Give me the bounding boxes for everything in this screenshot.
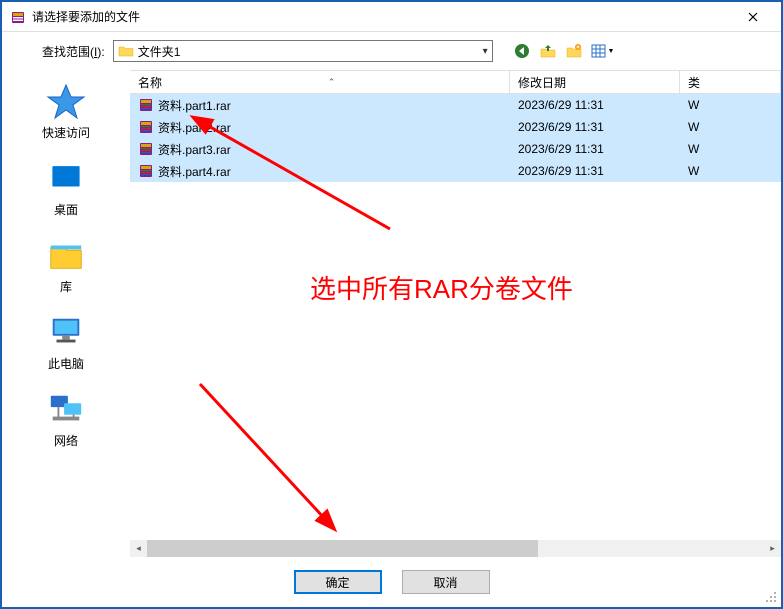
- window-title: 请选择要添加的文件: [32, 8, 733, 25]
- ok-button[interactable]: 确定: [294, 570, 382, 594]
- file-row[interactable]: 资料.part2.rar 2023/6/29 11:31W: [130, 116, 781, 138]
- file-name: 资料.part4.rar: [158, 163, 231, 180]
- sidebar-item-network[interactable]: 网络: [21, 390, 111, 449]
- file-name: 资料.part3.rar: [158, 141, 231, 158]
- up-one-level-icon[interactable]: [539, 42, 557, 60]
- quickaccess-icon: [45, 82, 87, 120]
- column-headers: 名称 ⌃ 修改日期 类: [130, 70, 781, 94]
- horizontal-scrollbar[interactable]: ◂ ▸: [130, 540, 781, 557]
- new-folder-icon[interactable]: [565, 42, 583, 60]
- scroll-left-icon[interactable]: ◂: [130, 540, 147, 557]
- close-button[interactable]: [733, 3, 773, 31]
- titlebar: 请选择要添加的文件: [2, 2, 781, 32]
- chevron-down-icon: ▾: [483, 46, 488, 57]
- scroll-right-icon[interactable]: ▸: [764, 540, 781, 557]
- file-type: W: [680, 142, 781, 156]
- rar-file-icon: [138, 141, 154, 157]
- toolbar: 查找范围(I): 文件夹1 ▾: [2, 32, 781, 70]
- file-date: 2023/6/29 11:31: [510, 120, 680, 134]
- file-type: W: [680, 164, 781, 178]
- file-date: 2023/6/29 11:31: [510, 142, 680, 156]
- dialog-footer: 确定 取消: [2, 557, 781, 607]
- folder-icon: [118, 43, 134, 59]
- cancel-button[interactable]: 取消: [402, 570, 490, 594]
- file-row[interactable]: 资料.part3.rar 2023/6/29 11:31W: [130, 138, 781, 160]
- file-date: 2023/6/29 11:31: [510, 164, 680, 178]
- rar-file-icon: [138, 97, 154, 113]
- sidebar-item-quickaccess[interactable]: 快速访问: [21, 82, 111, 141]
- file-type: W: [680, 98, 781, 112]
- sidebar-item-thispc[interactable]: 此电脑: [21, 313, 111, 372]
- sort-indicator-icon: ⌃: [328, 77, 336, 88]
- app-icon: [10, 9, 26, 25]
- rar-file-icon: [138, 163, 154, 179]
- file-date: 2023/6/29 11:31: [510, 98, 680, 112]
- lookin-combobox[interactable]: 文件夹1 ▾: [113, 40, 493, 62]
- network-icon: [45, 390, 87, 428]
- libraries-icon: [45, 236, 87, 274]
- file-list-pane: 名称 ⌃ 修改日期 类 资料.part1.rar2023/6/29 11:31W…: [130, 70, 781, 557]
- places-sidebar: 快速访问 桌面 库: [2, 70, 130, 557]
- file-type: W: [680, 120, 781, 134]
- back-icon[interactable]: [513, 42, 531, 60]
- lookin-label: 查找范围(I):: [42, 43, 105, 60]
- file-picker-window: 请选择要添加的文件 查找范围(I): 文件夹1 ▾: [0, 0, 783, 609]
- file-row[interactable]: 资料.part4.rar 2023/6/29 11:31W: [130, 160, 781, 182]
- thispc-icon: [45, 313, 87, 351]
- rar-file-icon: [138, 119, 154, 135]
- annotation-arrow-2: [180, 374, 380, 534]
- sidebar-item-desktop[interactable]: 桌面: [21, 159, 111, 218]
- file-list[interactable]: 资料.part1.rar2023/6/29 11:31W资料.part2.rar…: [130, 94, 781, 540]
- column-header-date[interactable]: 修改日期: [510, 71, 680, 93]
- file-row[interactable]: 资料.part1.rar 2023/6/29 11:31W: [130, 94, 781, 116]
- column-header-type[interactable]: 类: [680, 71, 781, 93]
- annotation-text: 选中所有RAR分卷文件: [310, 269, 573, 306]
- file-name: 资料.part2.rar: [158, 119, 231, 136]
- sidebar-item-libraries[interactable]: 库: [21, 236, 111, 295]
- desktop-icon: [45, 159, 87, 197]
- scrollbar-thumb[interactable]: [147, 540, 538, 557]
- resize-grip-icon[interactable]: [765, 591, 777, 603]
- column-header-name[interactable]: 名称 ⌃: [130, 71, 510, 93]
- view-menu-icon[interactable]: [591, 42, 617, 60]
- file-name: 资料.part1.rar: [158, 97, 231, 114]
